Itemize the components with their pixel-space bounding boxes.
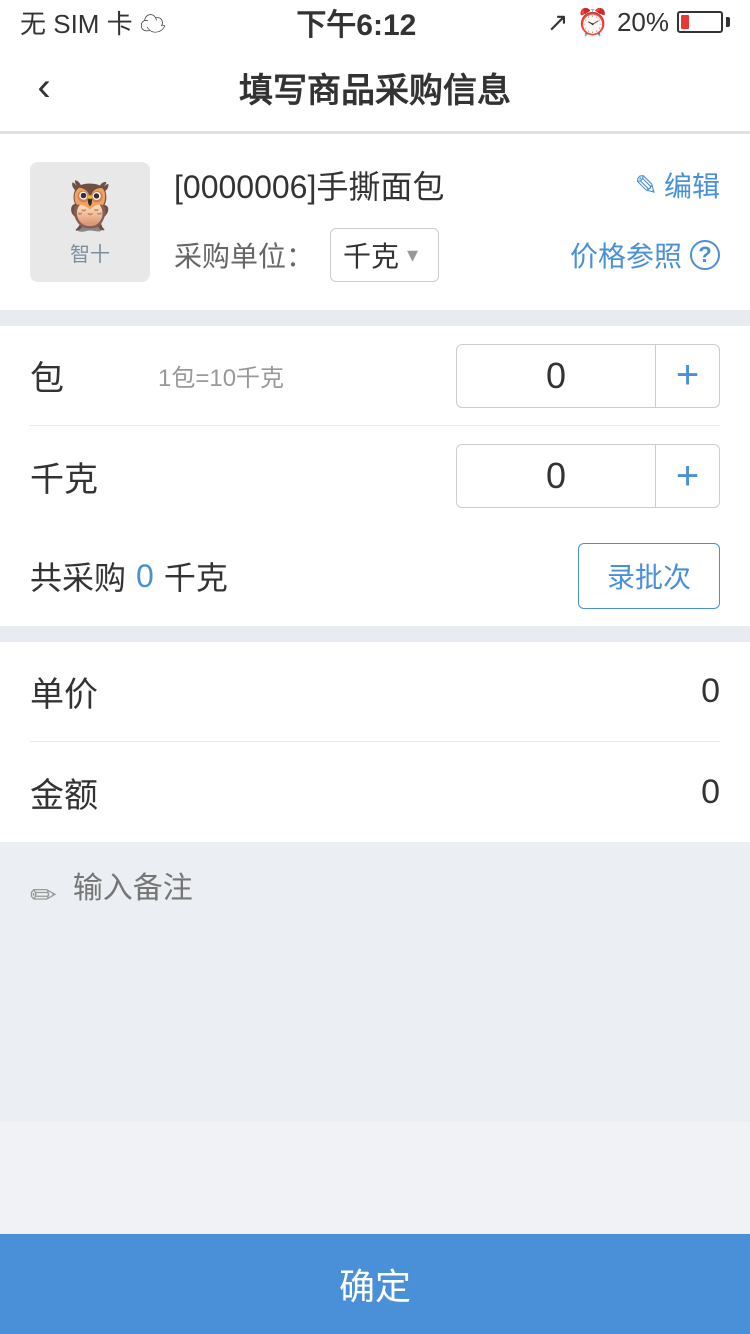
section-divider-2 [0,626,750,642]
status-left: 无 SIM 卡 ☁ [20,4,166,41]
product-name-row: [0000006]手撕面包 ✎ 编辑 [174,162,720,208]
bag-input-row: 包 1包=10千克 0 + [30,326,720,426]
summary-row: 共采购 0 千克 录批次 [0,526,750,626]
edit-button[interactable]: ✎ 编辑 [635,165,720,205]
back-button[interactable]: ‹ [0,44,88,132]
unit-row: 采购单位： 千克 ▾ 价格参照 ? [174,228,720,282]
batch-button[interactable]: 录批次 [578,543,720,609]
unit-price-row: 单价 0 [30,642,720,742]
summary-value: 0 [136,558,154,595]
location-icon: ↗ [547,7,569,38]
unit-price-label: 单价 [30,667,98,716]
unit-select[interactable]: 千克 ▾ [330,228,439,282]
bag-input-controls: 0 + [456,344,720,408]
amount-row: 金额 0 [30,742,720,842]
price-info-section: 单价 0 金额 0 [0,642,750,842]
help-circle-icon: ? [690,240,720,270]
nav-bar: ‹ 填写商品采购信息 [0,44,750,132]
summary-suffix: 千克 [164,553,228,599]
alarm-icon: ⏰ [577,7,609,38]
battery-percent: 20% [617,7,669,38]
unit-label: 采购单位： [174,235,314,275]
kg-input-controls: 0 + [456,444,720,508]
bag-sublabel: 1包=10千克 [158,358,284,393]
confirm-button[interactable]: 确定 [0,1234,750,1334]
product-thumb-label: 智十 [70,238,110,267]
kg-input-row: 千克 0 + [30,426,720,526]
product-thumbnail: 🦉 智十 [30,162,150,282]
product-card: 🦉 智十 [0000006]手撕面包 ✎ 编辑 采购单位： 千克 ▾ [0,134,750,310]
main-content: 🦉 智十 [0000006]手撕面包 ✎ 编辑 采购单位： 千克 ▾ [0,134,750,1122]
product-thumb-owl-icon: 🦉 [60,177,120,234]
amount-value: 0 [701,773,720,812]
battery-icon [677,11,730,33]
unit-price-value: 0 [701,672,720,711]
summary-prefix: 共采购 [30,553,126,599]
kg-label: 千克 [30,452,150,501]
status-right: ↗ ⏰ 20% [547,7,730,38]
sim-label: 无 SIM 卡 ☁ [20,4,166,41]
edit-icon: ✎ [635,169,658,202]
nav-title: 填写商品采购信息 [239,63,511,112]
pencil-icon: ✏ [30,876,57,914]
bag-plus-button[interactable]: + [656,344,720,408]
status-time: 下午6:12 [296,0,416,44]
section-divider-1 [0,310,750,326]
price-ref-button[interactable]: 价格参照 ? [570,235,720,275]
product-name: [0000006]手撕面包 [174,162,444,208]
bottom-spacer [0,962,750,1122]
unit-value: 千克 [343,235,399,275]
remark-section: ✏ [0,842,750,962]
unit-select-arrow-icon: ▾ [407,242,418,268]
amount-label: 金额 [30,768,98,817]
bag-label: 包 [30,351,150,400]
kg-plus-button[interactable]: + [656,444,720,508]
kg-quantity-input[interactable]: 0 [456,444,656,508]
product-info: [0000006]手撕面包 ✎ 编辑 采购单位： 千克 ▾ 价格参照 ? [174,162,720,282]
bag-quantity-input[interactable]: 0 [456,344,656,408]
status-bar: 无 SIM 卡 ☁ 下午6:12 ↗ ⏰ 20% [0,0,750,44]
remark-input[interactable] [73,872,720,906]
quantity-input-section: 包 1包=10千克 0 + 千克 0 + [0,326,750,526]
